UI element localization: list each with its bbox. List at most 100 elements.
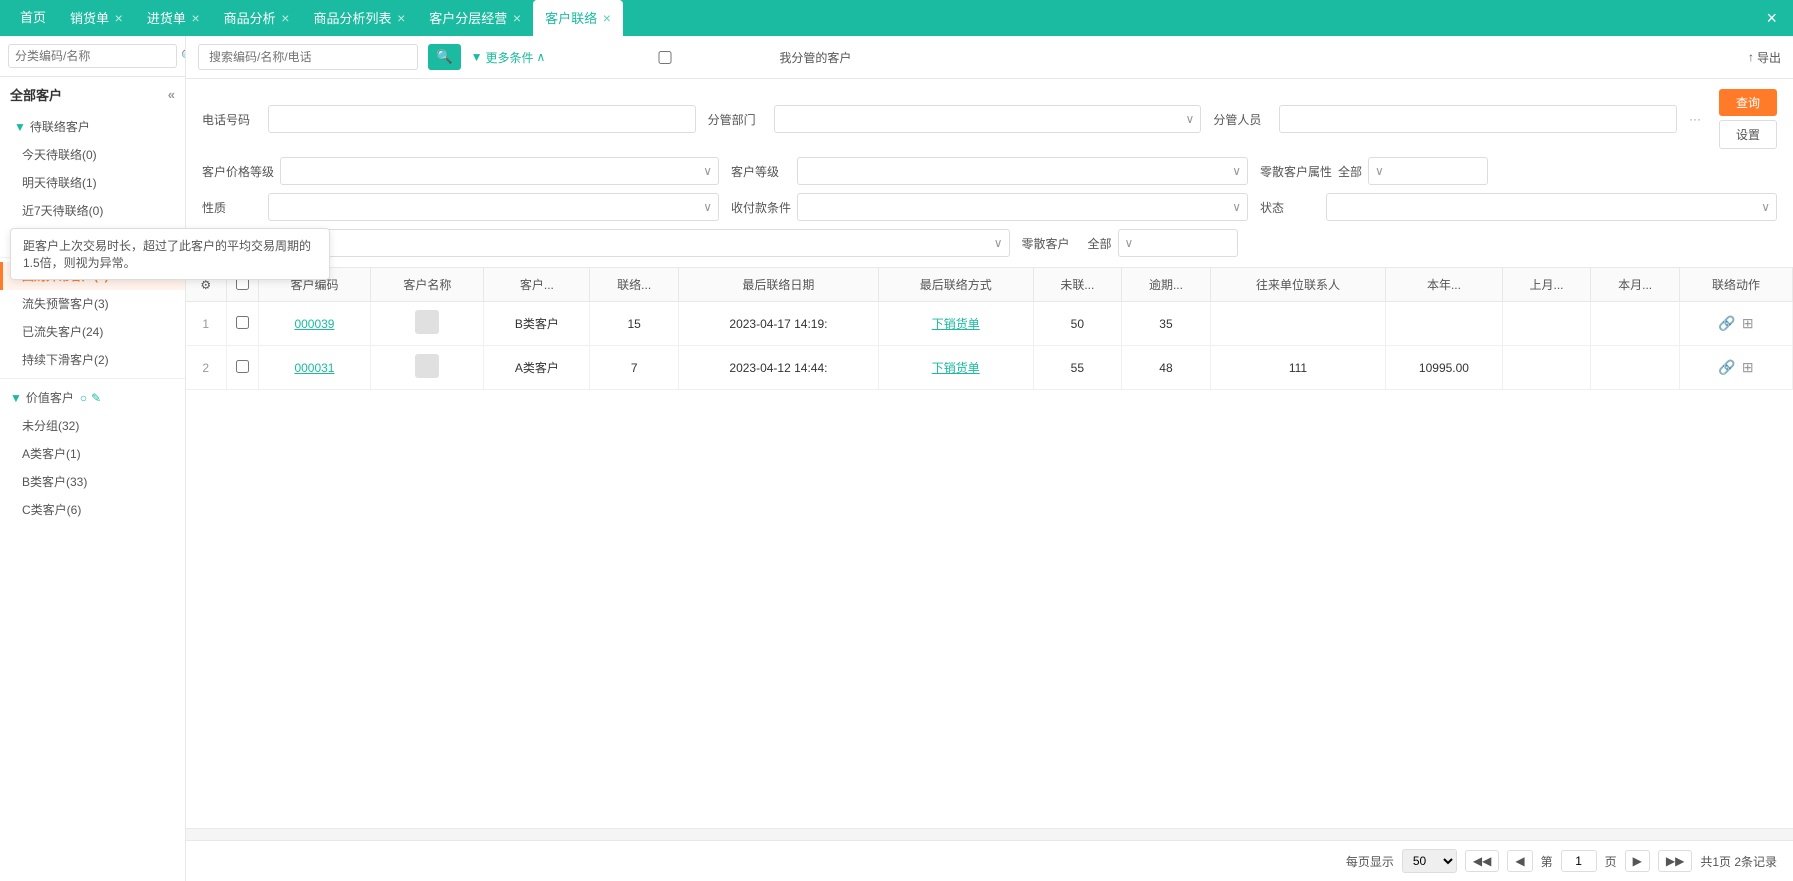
sidebar-item-7days[interactable]: 近7天待联络(0) xyxy=(0,197,185,225)
nav-item-sales[interactable]: 销货单 × xyxy=(58,0,135,36)
my-customers-checkbox-label[interactable]: 我分管的客户 xyxy=(555,49,851,66)
row-2-contact-person: 111 xyxy=(1210,346,1385,390)
filter-phone-input[interactable] xyxy=(268,105,696,133)
nav-close-customer-tier[interactable]: × xyxy=(513,10,521,26)
filter-customer-level-select[interactable]: ∨ xyxy=(797,157,1248,185)
table-header-contact-person: 往来单位联系人 xyxy=(1210,268,1385,302)
sidebar-item-declining[interactable]: 持续下滑客户(2) xyxy=(0,346,185,374)
filter-status-label: 状态 xyxy=(1260,199,1320,216)
pending-contact-label: 待联络客户 xyxy=(30,118,90,135)
nav-close-sales[interactable]: × xyxy=(115,10,123,26)
sidebar-item-class-a[interactable]: A类客户(1) xyxy=(0,440,185,468)
last-page-button[interactable]: ▶▶ xyxy=(1658,850,1692,872)
filter-phone-label: 电话号码 xyxy=(202,111,262,128)
filter-panel: 电话号码 分管部门 ∨ 分管人员 ··· xyxy=(186,79,1793,268)
filter-price-level-select[interactable]: ∨ xyxy=(280,157,719,185)
filter-dept-select[interactable]: ∨ xyxy=(774,105,1202,133)
sidebar-item-ungrouped[interactable]: 未分组(32) xyxy=(0,412,185,440)
sidebar-item-class-c[interactable]: C类客户(6) xyxy=(0,496,185,524)
more-conditions-arrow: ∧ xyxy=(537,50,546,64)
nav-item-customer-contact[interactable]: 客户联络 × xyxy=(533,0,623,36)
my-customers-checkbox[interactable] xyxy=(555,51,775,64)
sidebar-item-churned[interactable]: 已流失客户(24) xyxy=(0,318,185,346)
nav-close-product-analysis-list[interactable]: × xyxy=(397,10,405,26)
filter-dept: 分管部门 ∨ xyxy=(708,105,1202,133)
table-header-unread: 未联... xyxy=(1033,268,1122,302)
nav-item-customer-tier[interactable]: 客户分层经营 × xyxy=(417,0,533,36)
value-group-circle-icon[interactable]: ○ xyxy=(80,391,87,405)
row-1-code[interactable]: 000039 xyxy=(258,302,371,346)
filter-retail-attr: 零散客户属性 全部 ∨ xyxy=(1260,157,1777,185)
next-page-button[interactable]: ▶ xyxy=(1625,850,1650,872)
row-2-code-link[interactable]: 000031 xyxy=(294,361,334,375)
row-1-method-link[interactable]: 下销货单 xyxy=(932,317,980,331)
nav-item-product-analysis[interactable]: 商品分析 × xyxy=(212,0,302,36)
page-number-input[interactable] xyxy=(1561,850,1597,872)
export-label: 导出 xyxy=(1757,49,1781,66)
table-header-name: 客户名称 xyxy=(371,268,484,302)
search-button[interactable]: 🔍 xyxy=(428,44,461,70)
nav-close-product-analysis[interactable]: × xyxy=(281,10,289,26)
value-customer-group[interactable]: ▼ 价值客户 ○ ✎ xyxy=(0,383,185,412)
filter-nature-select[interactable]: ∨ xyxy=(268,193,719,221)
table-header-this-month: 本月... xyxy=(1591,268,1680,302)
nav-close-customer-contact[interactable]: × xyxy=(603,10,611,26)
nav-item-product-analysis-list[interactable]: 商品分析列表 × xyxy=(301,0,417,36)
all-customers-label: 全部客户 xyxy=(10,85,62,104)
filter-person-select[interactable] xyxy=(1279,105,1677,133)
category-search-input[interactable] xyxy=(8,44,177,68)
main-layout: 🔍 全部客户 « ▼ 待联络客户 今天待联络(0) 明天待联络(1) 近7天待联… xyxy=(0,36,1793,881)
row-2-checkbox[interactable] xyxy=(226,346,258,390)
filter-customer-type-select[interactable]: ∨ xyxy=(320,229,1010,257)
row-1-link-icon[interactable]: 🔗 xyxy=(1718,315,1735,332)
sidebar-item-today[interactable]: 今天待联络(0) xyxy=(0,141,185,169)
value-group-edit-icon[interactable]: ✎ xyxy=(91,391,101,405)
row-1-checkbox[interactable] xyxy=(226,302,258,346)
row-2-grid-icon[interactable]: ⊞ xyxy=(1742,359,1754,376)
row-2-last-method[interactable]: 下销货单 xyxy=(878,346,1033,390)
nav-item-purchase[interactable]: 进货单 × xyxy=(135,0,212,36)
filter-customer-type: 客户类型 ∨ xyxy=(254,229,1010,257)
prev-page-button[interactable]: ◀ xyxy=(1507,850,1532,872)
nav-close-purchase[interactable]: × xyxy=(191,10,199,26)
all-customers-title[interactable]: 全部客户 « xyxy=(0,77,185,112)
row-1-grid-icon[interactable]: ⊞ xyxy=(1742,315,1754,332)
filter-retail-attr-select[interactable]: ∨ xyxy=(1368,157,1488,185)
settings-button[interactable]: 设置 xyxy=(1719,120,1777,149)
filter-row-1: 电话号码 分管部门 ∨ 分管人员 ··· xyxy=(202,89,1777,149)
filter-price-level-label: 客户价格等级 xyxy=(202,163,274,180)
row-2-link-icon[interactable]: 🔗 xyxy=(1718,359,1735,376)
page-label: 第 xyxy=(1541,853,1553,870)
row-1-select[interactable] xyxy=(236,316,249,329)
filter-payment-select[interactable]: ∨ xyxy=(797,193,1248,221)
row-2-method-link[interactable]: 下销货单 xyxy=(932,361,980,375)
first-page-button[interactable]: ◀◀ xyxy=(1465,850,1499,872)
row-1-code-link[interactable]: 000039 xyxy=(294,317,334,331)
row-2-index: 2 xyxy=(186,346,226,390)
more-conditions-button[interactable]: ▼ 更多条件 ∧ xyxy=(471,49,546,66)
filter-retail-customer-select[interactable]: ∨ xyxy=(1118,229,1238,257)
sidebar-item-churn-warning[interactable]: 流失预警客户(3) xyxy=(0,290,185,318)
filter-person-dots[interactable]: ··· xyxy=(1683,112,1707,126)
query-button[interactable]: 查询 xyxy=(1719,89,1777,116)
nav-item-home[interactable]: 首页 xyxy=(8,0,58,36)
filter-status-select[interactable]: ∨ xyxy=(1326,193,1777,221)
search-input[interactable] xyxy=(198,44,418,70)
filter-payment: 收付款条件 ∨ xyxy=(731,193,1248,221)
pending-contact-group[interactable]: ▼ 待联络客户 xyxy=(0,112,185,141)
row-2-code[interactable]: 000031 xyxy=(258,346,371,390)
window-close-button[interactable]: × xyxy=(1758,8,1785,29)
row-2-contact: 7 xyxy=(590,346,679,390)
export-button[interactable]: ↑ 导出 xyxy=(1748,49,1781,66)
row-1-level: B类客户 xyxy=(484,302,590,346)
row-1-last-method[interactable]: 下销货单 xyxy=(878,302,1033,346)
horizontal-scroll[interactable] xyxy=(186,828,1793,840)
row-2-select[interactable] xyxy=(236,360,249,373)
row-2-last-month xyxy=(1502,346,1591,390)
per-page-select[interactable]: 50 100 200 xyxy=(1402,849,1457,873)
sidebar-item-class-b[interactable]: B类客户(33) xyxy=(0,468,185,496)
value-group-arrow: ▼ xyxy=(10,391,22,405)
sidebar-item-tomorrow[interactable]: 明天待联络(1) xyxy=(0,169,185,197)
row-2-overdue: 48 xyxy=(1122,346,1211,390)
sidebar-collapse-icon: « xyxy=(168,87,175,102)
